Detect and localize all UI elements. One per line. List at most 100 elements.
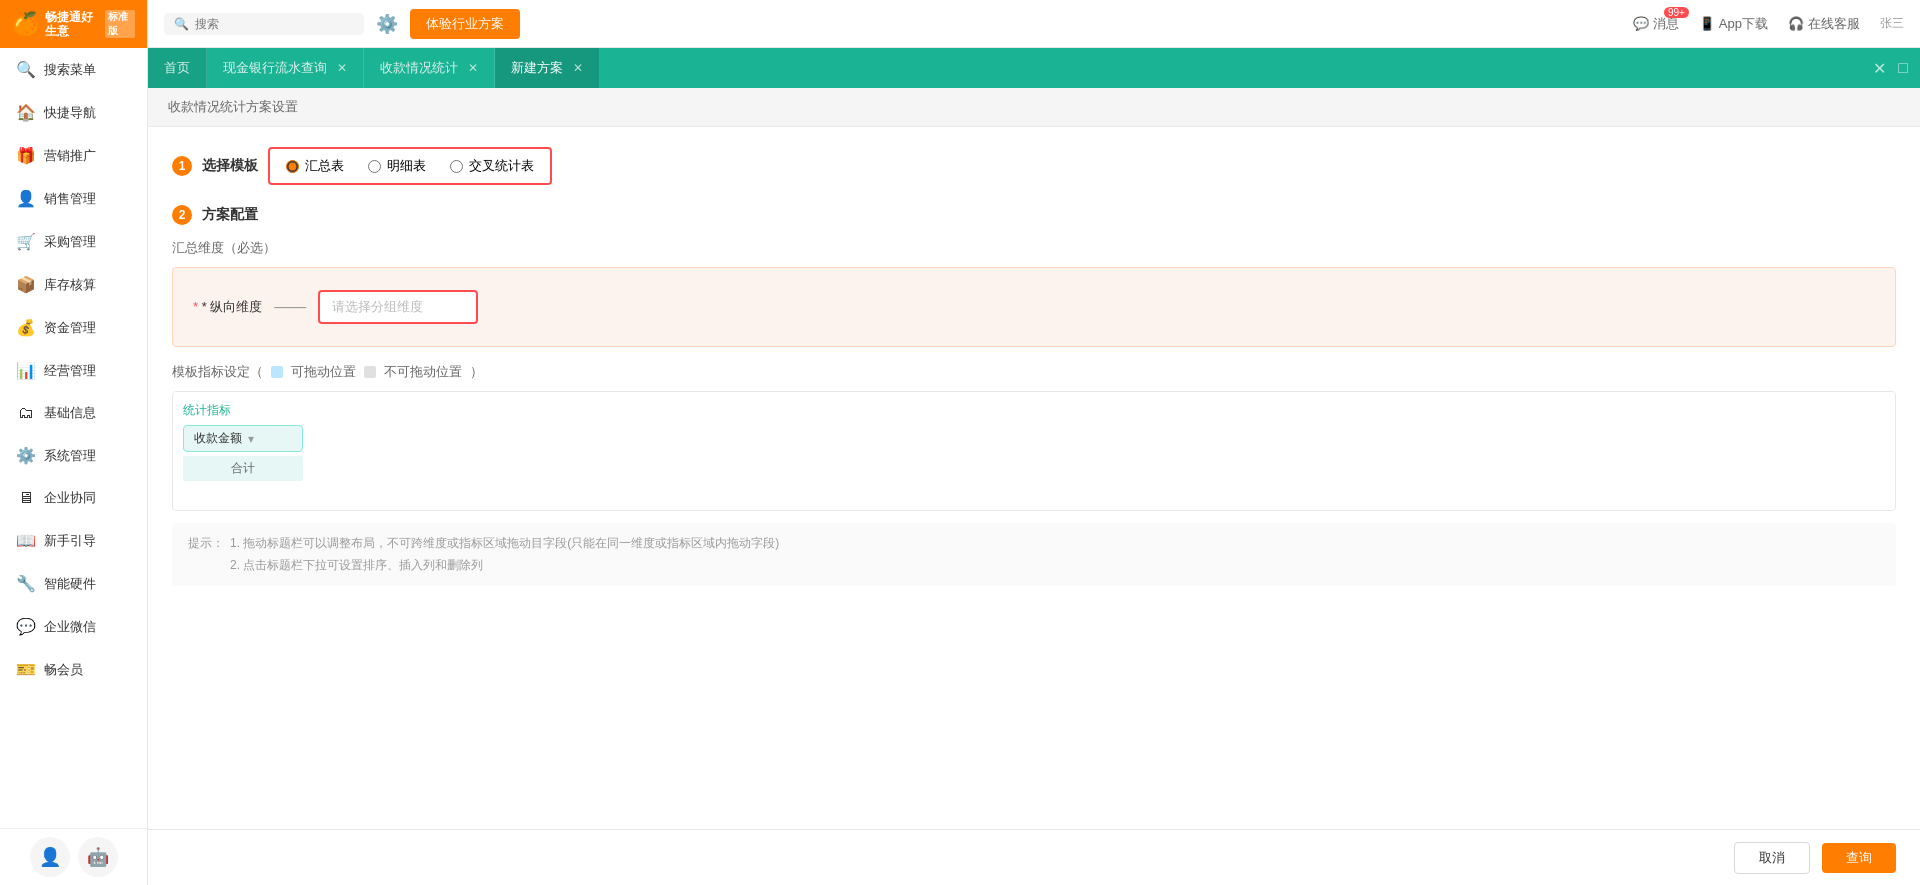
industry-button[interactable]: 体验行业方案 (410, 9, 520, 39)
sidebar-label-enterprise: 企业协同 (44, 489, 96, 507)
close-window-icon[interactable]: ✕ (1873, 59, 1886, 78)
sidebar-item-marketing[interactable]: 🎁营销推广 (0, 134, 147, 177)
tip-line-1: 提示： 1. 拖动标题栏可以调整布局，不可跨维度或指标区域拖动目字段(只能在同一… (188, 533, 1880, 555)
tip-text-1: 1. 拖动标题栏可以调整布局，不可跨维度或指标区域拖动目字段(只能在同一维度或指… (230, 533, 779, 555)
sidebar-icon-member: 🎫 (16, 660, 36, 679)
sidebar-item-operation[interactable]: 📊经营管理 (0, 349, 147, 392)
radio-summary-input[interactable] (286, 160, 299, 173)
radio-summary[interactable]: 汇总表 (286, 157, 344, 175)
step1-section: 1 选择模板 汇总表 明细表 交叉统计表 (172, 147, 1896, 185)
sidebar-avatar-2[interactable]: 🤖 (78, 837, 118, 877)
sidebar-item-finance[interactable]: 💰资金管理 (0, 306, 147, 349)
sidebar-item-purchase[interactable]: 🛒 采购管理 (0, 220, 147, 263)
dim-arrow: —— (274, 298, 306, 316)
sidebar-label-member: 畅会员 (44, 661, 83, 679)
metric-subtag-total: 合计 (183, 456, 303, 481)
sidebar-label-marketing: 营销推广 (44, 147, 96, 165)
sidebar-item-inventory[interactable]: 📦库存核算 (0, 263, 147, 306)
radio-detail-input[interactable] (368, 160, 381, 173)
logo-text: 畅捷通好生意 (45, 10, 101, 39)
sidebar-icon-search-menu: 🔍 (16, 60, 36, 79)
radio-detail[interactable]: 明细表 (368, 157, 426, 175)
dimension-select[interactable]: 请选择分组维度 (318, 290, 478, 324)
sidebar-logo: 🍊 畅捷通好生意 标准版 (0, 0, 147, 48)
page-title-bar: 收款情况统计方案设置 (148, 88, 1920, 127)
sidebar-item-basic[interactable]: 🗂基础信息 (0, 392, 147, 434)
cancel-button[interactable]: 取消 (1734, 842, 1810, 874)
sidebar-avatar-1[interactable]: 👤 (30, 837, 70, 877)
sidebar-icon-quick-nav: 🏠 (16, 103, 36, 122)
search-box[interactable]: 🔍 (164, 13, 364, 35)
gear-icon[interactable]: ⚙️ (376, 13, 398, 35)
template-select-row: 汇总表 明细表 交叉统计表 (268, 147, 552, 185)
nodrag-legend-dot (364, 366, 376, 378)
sidebar-item-enterprise[interactable]: 🖥 企业协同 (0, 477, 147, 519)
tab-home[interactable]: 首页 (148, 48, 207, 88)
sidebar-item-newbie[interactable]: 📖新手引导 (0, 519, 147, 562)
sidebar-label-inventory: 库存核算 (44, 276, 96, 294)
radio-cross[interactable]: 交叉统计表 (450, 157, 534, 175)
topbar: 🔍 ⚙️ 体验行业方案 💬 消息 99+ 📱 App下载 🎧 在线客服 张三 (148, 0, 1920, 48)
sidebar-bottom: 👤 🤖 (0, 828, 147, 885)
notification-button[interactable]: 💬 消息 99+ (1633, 15, 1679, 33)
page-title: 收款情况统计方案设置 (168, 99, 298, 114)
radio-cross-input[interactable] (450, 160, 463, 173)
sidebar-icon-enterprise: 🖥 (16, 489, 36, 507)
tip-line-2: 提示： 2. 点击标题栏下拉可设置排序、插入列和删除列 (188, 555, 1880, 577)
sidebar-item-hardware[interactable]: 🔧智能硬件 (0, 562, 147, 605)
dim-row-label: * * 纵向维度 (193, 298, 262, 316)
step1-title: 选择模板 (202, 157, 258, 175)
tab-label-cashflow: 现金银行流水查询 (223, 59, 327, 77)
tab-close-collection[interactable]: ✕ (468, 61, 478, 75)
tab-close-new-plan[interactable]: ✕ (573, 61, 583, 75)
sidebar-icon-purchase: 🛒 (16, 232, 36, 251)
search-icon: 🔍 (174, 17, 189, 31)
download-link[interactable]: 📱 App下载 (1699, 15, 1768, 33)
notification-label: 消息 (1653, 16, 1679, 31)
sidebar-item-member[interactable]: 🎫 畅会员 (0, 648, 147, 691)
sidebar-item-system[interactable]: ⚙️系统管理 (0, 434, 147, 477)
search-input[interactable] (195, 17, 335, 31)
step2-section: 2 方案配置 汇总维度（必选） * * 纵向维度 —— 请选择分组维度 (172, 205, 1896, 586)
sidebar-item-weixin[interactable]: 💬 企业微信 (0, 605, 147, 648)
sidebar: 🍊 畅捷通好生意 标准版 🔍搜索菜单🏠快捷导航🎁营销推广 👤 销售管理 🛒 采购管理 📦库… (0, 0, 148, 885)
sidebar-label-newbie: 新手引导 (44, 532, 96, 550)
sidebar-label-purchase: 采购管理 (44, 233, 96, 251)
step1-badge: 1 (172, 156, 192, 176)
sidebar-item-search-menu[interactable]: 🔍搜索菜单 (0, 48, 147, 91)
maximize-window-icon[interactable]: □ (1898, 59, 1908, 77)
query-button[interactable]: 查询 (1822, 843, 1896, 873)
step2-header: 2 方案配置 (172, 205, 1896, 225)
sidebar-label-weixin: 企业微信 (44, 618, 96, 636)
download-icon: 📱 (1699, 16, 1715, 31)
radio-cross-label: 交叉统计表 (469, 157, 534, 175)
sidebar-item-sales[interactable]: 👤 销售管理 (0, 177, 147, 220)
tab-close-cashflow[interactable]: ✕ (337, 61, 347, 75)
service-link[interactable]: 🎧 在线客服 (1788, 15, 1860, 33)
metric-tag-revenue[interactable]: 收款金额 ▾ (183, 425, 303, 452)
tip-prefix-1: 提示： (188, 533, 224, 555)
metrics-label-prefix: 模板指标设定（ (172, 363, 263, 381)
sidebar-icon-weixin: 💬 (16, 617, 36, 636)
sidebar-icon-finance: 💰 (16, 318, 36, 337)
sidebar-icon-sales: 👤 (16, 189, 36, 208)
metrics-header: 模板指标设定（ 可拖动位置 不可拖动位置 ） (172, 363, 1896, 381)
tabs-actions: ✕ □ (1861, 48, 1920, 88)
metric-dropdown-icon: ▾ (248, 432, 254, 446)
sidebar-label-sales: 销售管理 (44, 190, 96, 208)
sidebar-item-quick-nav[interactable]: 🏠快捷导航 (0, 91, 147, 134)
user-name: 张三 (1880, 15, 1904, 32)
tabs-bar: 首页现金银行流水查询✕收款情况统计✕新建方案✕ ✕ □ (148, 48, 1920, 88)
topbar-right: 💬 消息 99+ 📱 App下载 🎧 在线客服 张三 (1633, 15, 1904, 33)
dim-row: * * 纵向维度 —— 请选择分组维度 (193, 290, 1875, 324)
logo-badge: 标准版 (105, 10, 135, 38)
step2-title: 方案配置 (202, 206, 258, 224)
form-container: 1 选择模板 汇总表 明细表 交叉统计表 (148, 127, 1920, 829)
tab-collection[interactable]: 收款情况统计✕ (364, 48, 495, 88)
step2-badge: 2 (172, 205, 192, 225)
service-icon: 🎧 (1788, 16, 1804, 31)
tab-new-plan[interactable]: 新建方案✕ (495, 48, 600, 88)
tips-area: 提示： 1. 拖动标题栏可以调整布局，不可跨维度或指标区域拖动目字段(只能在同一… (172, 523, 1896, 586)
tip-text-2: 2. 点击标题栏下拉可设置排序、插入列和删除列 (230, 555, 483, 577)
tab-cashflow[interactable]: 现金银行流水查询 ✕ (207, 48, 364, 88)
